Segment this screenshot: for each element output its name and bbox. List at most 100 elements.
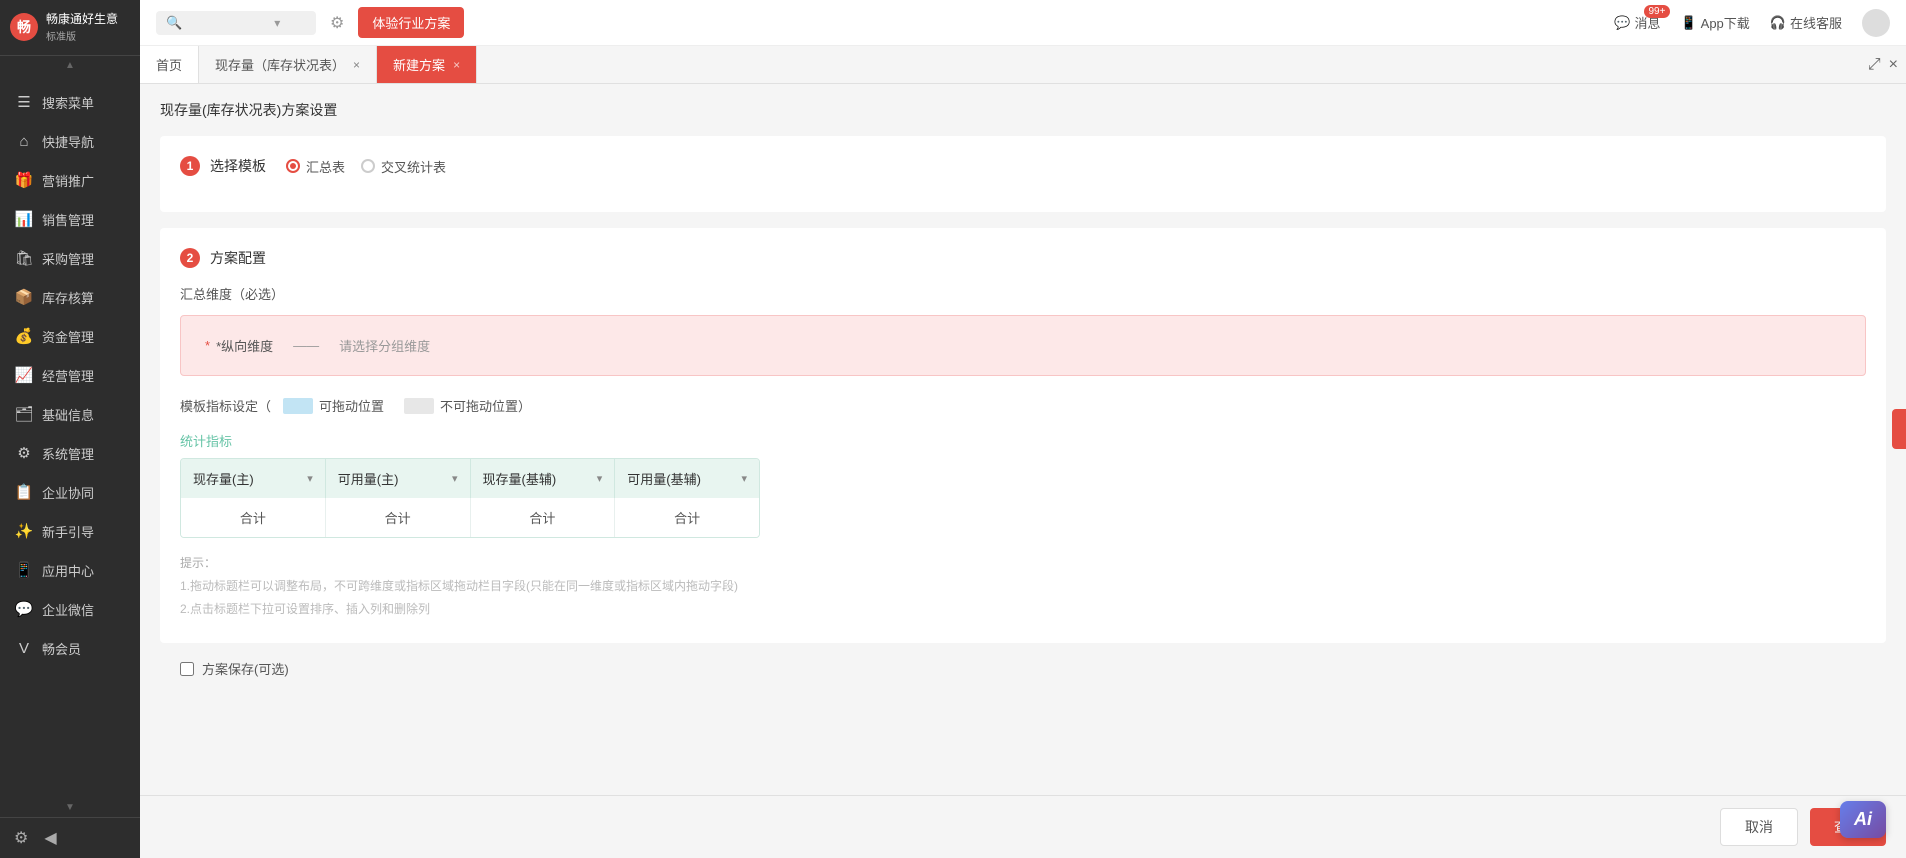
step1-badge: 1 [180, 156, 200, 176]
radio-dot-summary [286, 159, 300, 173]
tab-inventory-status[interactable]: 现存量（库存状况表） × [199, 46, 377, 83]
sidebar-footer: ⚙ ◀ [0, 817, 140, 858]
sidebar-item-operation[interactable]: 📈 经营管理 [0, 356, 140, 395]
tabs-bar: 首页 现存量（库存状况表） × 新建方案 × ⤢ × [140, 46, 1906, 84]
quick-nav-icon: ⌂ [14, 133, 34, 150]
ai-badge[interactable]: Ai [1840, 801, 1886, 838]
fixed-box [404, 398, 434, 414]
sidebar-item-quick-nav[interactable]: ⌂ 快捷导航 [0, 122, 140, 161]
content-area: 现存量(库存状况表)方案设置 1 选择模板 汇总表 交叉统计表 [140, 84, 1906, 795]
user-avatar[interactable] [1862, 9, 1890, 37]
tab-close-new-plan[interactable]: × [453, 58, 460, 72]
online-service-button[interactable]: 🎧 在线客服 [1770, 13, 1842, 32]
radio-summary[interactable]: 汇总表 [286, 157, 345, 176]
topbar-search[interactable]: 🔍 ▾ [156, 11, 316, 35]
draggable-box [283, 398, 313, 414]
tab-restore-button[interactable]: ⤢ [1868, 56, 1881, 74]
wechat-icon: 💬 [14, 600, 34, 618]
cancel-button[interactable]: 取消 [1720, 808, 1798, 846]
sidebar-item-newbie[interactable]: ✨ 新手引导 [0, 512, 140, 551]
industry-plan-button[interactable]: 体验行业方案 [358, 7, 464, 38]
save-checkbox[interactable] [180, 662, 194, 676]
sidebar-logo: 畅 畅康通好生意 标准版 [0, 0, 140, 56]
header-cell-3[interactable]: 可用量(基辅) ▾ [615, 459, 759, 498]
chevron-down-icon-3: ▾ [741, 472, 747, 485]
sidebar-item-enterprise[interactable]: 📋 企业协同 [0, 473, 140, 512]
header-cell-1[interactable]: 可用量(主) ▾ [326, 459, 471, 498]
required-star: * [205, 338, 210, 353]
stats-label: 统计指标 [180, 431, 1866, 450]
body-cell-0-1: 合计 [326, 498, 471, 537]
header-cell-2[interactable]: 现存量(基辅) ▾ [471, 459, 616, 498]
message-button[interactable]: 💬 消息 99+ [1614, 13, 1660, 32]
vertical-dim-area: * *纵向维度 —— 请选择分组维度 [180, 315, 1866, 376]
radio-cross[interactable]: 交叉统计表 [361, 157, 446, 176]
tab-new-plan[interactable]: 新建方案 × [377, 46, 477, 83]
message-icon: 💬 [1614, 15, 1630, 31]
marketing-icon: 🎁 [14, 171, 34, 189]
header-cell-0[interactable]: 现存量(主) ▾ [181, 459, 326, 498]
body-cell-0-3: 合计 [615, 498, 759, 537]
dim-placeholder[interactable]: 请选择分组维度 [339, 336, 430, 355]
sidebar-item-app-center[interactable]: 📱 应用中心 [0, 551, 140, 590]
step2-badge: 2 [180, 248, 200, 268]
sidebar-nav: ☰ 搜索菜单 ⌂ 快捷导航 🎁 营销推广 📊 销售管理 🛍 采购管理 📦 库存核… [0, 75, 140, 798]
tips-section: 提示： 1.拖动标题栏可以调整布局，不可跨维度或指标区域拖动栏目字段(只能在同一… [180, 554, 1866, 619]
topbar: 🔍 ▾ ⚙ 体验行业方案 💬 消息 99+ 📱 App下载 🎧 在线客服 [140, 0, 1906, 46]
sidebar-item-basic-info[interactable]: 🗂 基础信息 [0, 395, 140, 434]
tips-item-1: 2.点击标题栏下拉可设置排序、插入列和删除列 [180, 600, 1866, 619]
right-float-bar[interactable] [1892, 409, 1906, 449]
chevron-down-icon-0: ▾ [307, 472, 313, 485]
indicator-draggable: 可拖动位置 [283, 396, 384, 415]
logo-text: 畅康通好生意 标准版 [46, 12, 118, 43]
tab-home[interactable]: 首页 [140, 46, 199, 83]
sidebar-item-member[interactable]: V 畅会员 [0, 629, 140, 668]
chevron-down-icon-2: ▾ [597, 472, 603, 485]
template-radio-group: 汇总表 交叉统计表 [286, 157, 446, 176]
step1-section: 1 选择模板 汇总表 交叉统计表 [160, 136, 1886, 212]
service-icon: 🎧 [1770, 15, 1786, 31]
vertical-dim-label: *纵向维度 [216, 336, 273, 355]
sidebar-item-purchase[interactable]: 🛍 采购管理 [0, 239, 140, 278]
enterprise-icon: 📋 [14, 483, 34, 501]
topbar-right: 💬 消息 99+ 📱 App下载 🎧 在线客服 [1614, 9, 1890, 37]
sidebar-item-system[interactable]: ⚙ 系统管理 [0, 434, 140, 473]
stats-table: 现存量(主) ▾ 可用量(主) ▾ 现存量(基辅) ▾ 可用量(基辅) ▾ [180, 458, 760, 538]
radio-dot-cross [361, 159, 375, 173]
logo-icon: 畅 [10, 13, 38, 41]
main: 🔍 ▾ ⚙ 体验行业方案 💬 消息 99+ 📱 App下载 🎧 在线客服 [140, 0, 1906, 858]
sidebar-scroll-up[interactable]: ▲ [0, 56, 140, 75]
sidebar-item-inventory[interactable]: 📦 库存核算 [0, 278, 140, 317]
sidebar-item-finance[interactable]: 💰 资金管理 [0, 317, 140, 356]
body-cell-0-0: 合计 [181, 498, 326, 537]
sidebar-item-search-menu[interactable]: ☰ 搜索菜单 [0, 83, 140, 122]
sidebar-item-marketing[interactable]: 🎁 营销推广 [0, 161, 140, 200]
stats-table-header: 现存量(主) ▾ 可用量(主) ▾ 现存量(基辅) ▾ 可用量(基辅) ▾ [181, 459, 759, 498]
app-download-button[interactable]: 📱 App下载 [1680, 13, 1749, 32]
page-title: 现存量(库存状况表)方案设置 [160, 100, 1886, 120]
finance-icon: 💰 [14, 327, 34, 345]
tab-close-inventory[interactable]: × [353, 58, 360, 72]
download-icon: 📱 [1680, 15, 1696, 31]
tips-item-0: 1.拖动标题栏可以调整布局，不可跨维度或指标区域拖动栏目字段(只能在同一维度或指… [180, 577, 1866, 596]
search-menu-icon: ☰ [14, 93, 34, 111]
search-input[interactable] [188, 15, 268, 30]
avatar [1862, 9, 1890, 37]
sidebar-item-sales[interactable]: 📊 销售管理 [0, 200, 140, 239]
tips-title: 提示： [180, 554, 1866, 571]
sidebar-scroll-down[interactable]: ▼ [0, 798, 140, 817]
operation-icon: 📈 [14, 366, 34, 384]
step2-title: 方案配置 [210, 248, 266, 268]
summary-dim-label: 汇总维度（必选） [180, 284, 1866, 303]
system-icon: ⚙ [14, 444, 34, 462]
gear-icon[interactable]: ⚙ [330, 13, 344, 33]
stats-table-body: 合计 合计 合计 合计 [181, 498, 759, 537]
body-cell-0-2: 合计 [471, 498, 616, 537]
collapse-icon[interactable]: ◀ [44, 828, 56, 848]
tab-close-button[interactable]: × [1889, 56, 1898, 74]
sales-icon: 📊 [14, 210, 34, 228]
settings-icon[interactable]: ⚙ [14, 828, 28, 848]
save-label: 方案保存(可选) [202, 659, 289, 678]
sidebar: 畅 畅康通好生意 标准版 ▲ ☰ 搜索菜单 ⌂ 快捷导航 🎁 营销推广 📊 销售… [0, 0, 140, 858]
sidebar-item-wechat[interactable]: 💬 企业微信 [0, 590, 140, 629]
